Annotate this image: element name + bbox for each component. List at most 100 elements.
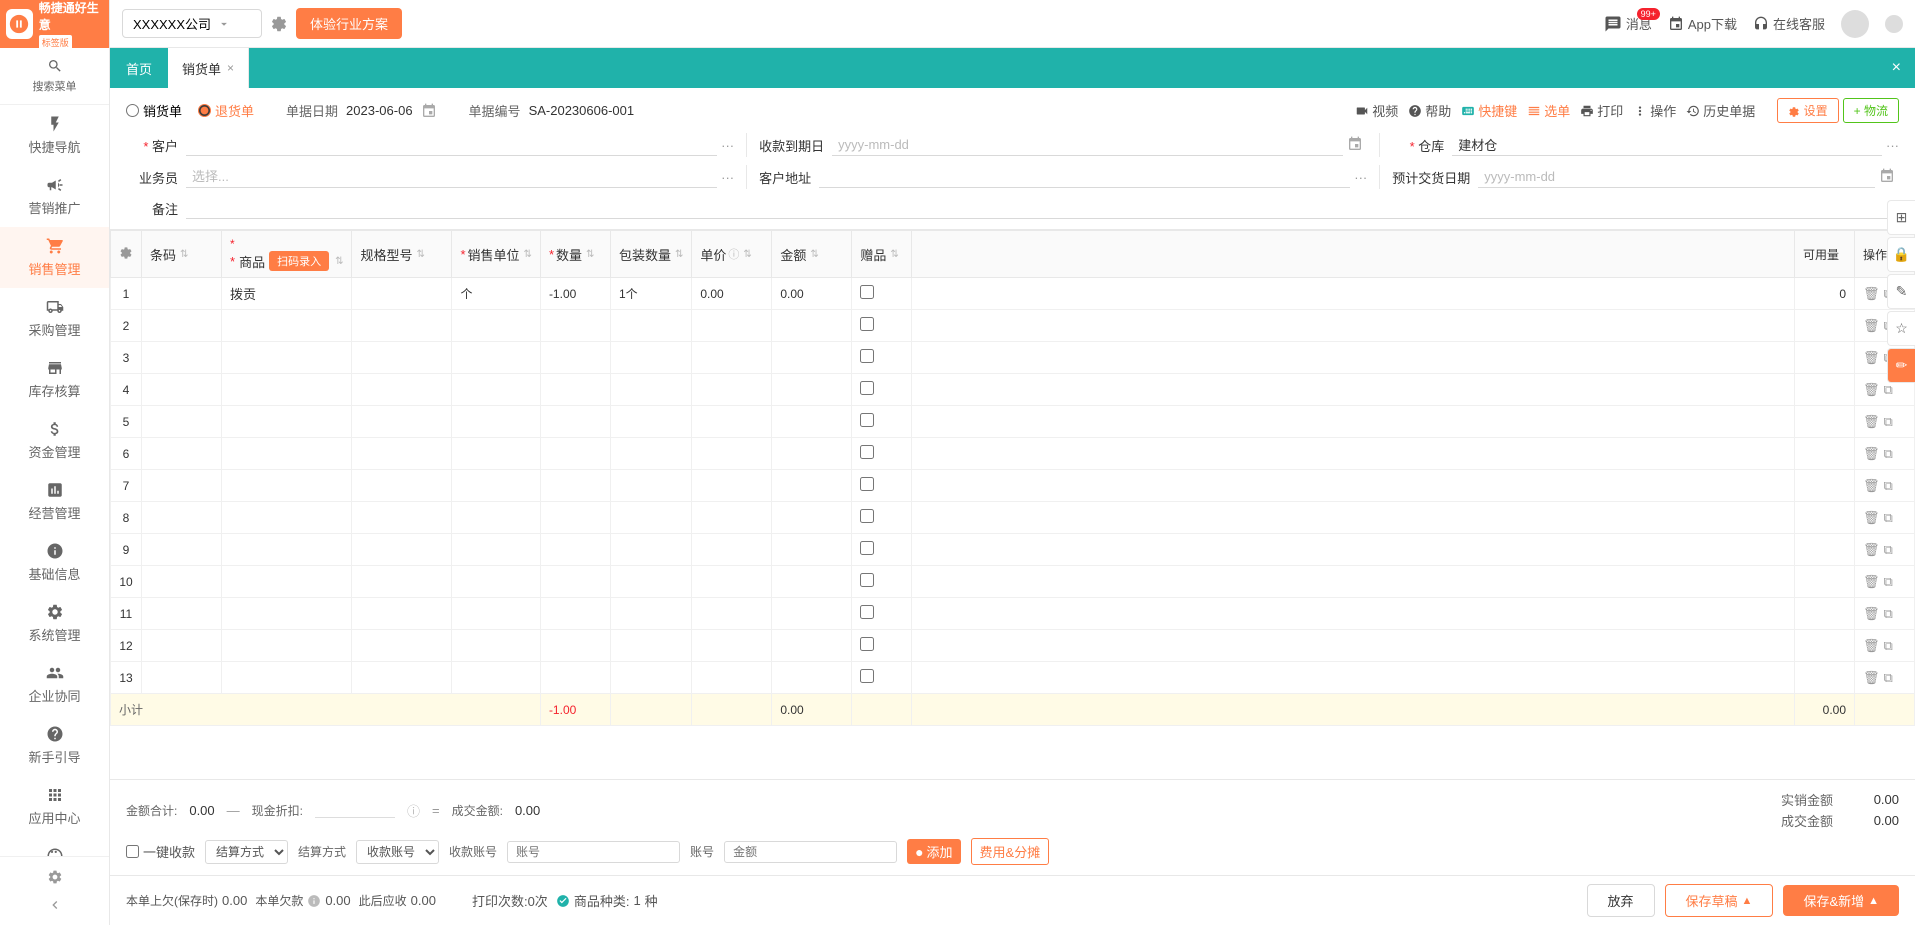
- cell-price[interactable]: 0.00: [692, 278, 772, 310]
- cell-spec[interactable]: [352, 406, 452, 438]
- cell-product[interactable]: [222, 310, 352, 342]
- cell-price[interactable]: [692, 438, 772, 470]
- tab-home[interactable]: 首页: [110, 48, 168, 88]
- cell-price[interactable]: [692, 374, 772, 406]
- customer-input[interactable]: [186, 134, 717, 156]
- cell-amount[interactable]: [772, 630, 852, 662]
- gift-checkbox[interactable]: [860, 477, 874, 491]
- delete-row-btn[interactable]: 🗑: [1863, 318, 1880, 334]
- add-payment-btn[interactable]: ● 添加: [907, 839, 960, 864]
- sidebar-item-collab[interactable]: 企业协同: [0, 654, 109, 715]
- cell-remark[interactable]: [912, 630, 1795, 662]
- delete-row-btn[interactable]: 🗑: [1863, 414, 1880, 430]
- cell-amount[interactable]: [772, 438, 852, 470]
- cell-qty[interactable]: [540, 342, 610, 374]
- cell-barcode[interactable]: [142, 502, 222, 534]
- save-draft-btn[interactable]: 保存草稿 ▲: [1665, 884, 1774, 917]
- cell-price[interactable]: [692, 310, 772, 342]
- cell-qty[interactable]: [540, 374, 610, 406]
- copy-row-btn[interactable]: ⧉: [1884, 606, 1893, 622]
- select-order-btn[interactable]: 选单: [1527, 101, 1570, 120]
- cell-unit[interactable]: 个: [452, 278, 540, 310]
- cell-pkg-qty[interactable]: [610, 534, 691, 566]
- cell-pkg-qty[interactable]: 1个: [610, 278, 691, 310]
- cell-price[interactable]: [692, 342, 772, 374]
- copy-row-btn[interactable]: ⧉: [1884, 478, 1893, 494]
- cell-gift[interactable]: [852, 502, 912, 534]
- sidebar-item-guide[interactable]: 新手引导: [0, 715, 109, 776]
- cell-amount[interactable]: [772, 310, 852, 342]
- sidebar-item-inventory[interactable]: 库存核算: [0, 349, 109, 410]
- cell-spec[interactable]: [352, 566, 452, 598]
- cell-pkg-qty[interactable]: [610, 502, 691, 534]
- operate-btn[interactable]: 操作: [1633, 101, 1676, 120]
- gift-checkbox[interactable]: [860, 445, 874, 459]
- expected-date-input[interactable]: [1478, 166, 1875, 188]
- barcode-input[interactable]: [150, 671, 213, 685]
- cell-pkg-qty[interactable]: [610, 598, 691, 630]
- addr-dots-btn[interactable]: ···: [1350, 170, 1367, 185]
- online-service-btn[interactable]: 在线客服: [1753, 14, 1825, 33]
- cell-amount[interactable]: [772, 566, 852, 598]
- user-avatar[interactable]: [1841, 10, 1869, 38]
- gift-checkbox[interactable]: [860, 637, 874, 651]
- customer-dots-btn[interactable]: ···: [717, 138, 734, 153]
- float-lock-btn[interactable]: 🔒: [1887, 237, 1915, 272]
- cell-unit[interactable]: [452, 310, 540, 342]
- cell-remark[interactable]: [912, 406, 1795, 438]
- cell-spec[interactable]: [352, 278, 452, 310]
- cell-price[interactable]: [692, 534, 772, 566]
- cell-barcode[interactable]: [142, 630, 222, 662]
- cell-qty[interactable]: [540, 534, 610, 566]
- cell-qty[interactable]: [540, 598, 610, 630]
- cell-spec[interactable]: [352, 502, 452, 534]
- cell-qty[interactable]: [540, 406, 610, 438]
- gift-checkbox[interactable]: [860, 509, 874, 523]
- barcode-input[interactable]: [150, 383, 213, 397]
- cell-remark[interactable]: [912, 342, 1795, 374]
- cell-gift[interactable]: [852, 662, 912, 694]
- cell-pkg-qty[interactable]: [610, 374, 691, 406]
- cell-remark[interactable]: [912, 310, 1795, 342]
- cell-remark[interactable]: [912, 278, 1795, 310]
- scan-btn[interactable]: 扫码录入: [269, 251, 329, 271]
- barcode-input[interactable]: [150, 447, 213, 461]
- cell-gift[interactable]: [852, 630, 912, 662]
- barcode-input[interactable]: [150, 543, 213, 557]
- cell-barcode[interactable]: [142, 278, 222, 310]
- cell-gift[interactable]: [852, 598, 912, 630]
- cell-unit[interactable]: [452, 470, 540, 502]
- gift-checkbox[interactable]: [860, 317, 874, 331]
- float-note-btn[interactable]: ✎: [1887, 274, 1915, 309]
- cell-pkg-qty[interactable]: [610, 662, 691, 694]
- cell-product[interactable]: [222, 406, 352, 438]
- cell-amount[interactable]: 0.00: [772, 278, 852, 310]
- sidebar-item-system[interactable]: 系统管理: [0, 593, 109, 654]
- delete-row-btn[interactable]: 🗑: [1863, 478, 1880, 494]
- app-download-btn[interactable]: App下载: [1668, 14, 1737, 33]
- sidebar-item-basic-info[interactable]: 基础信息: [0, 532, 109, 593]
- cell-product[interactable]: 拨贡: [222, 278, 352, 310]
- copy-row-btn[interactable]: ⧉: [1884, 574, 1893, 590]
- fee-split-btn[interactable]: 费用&分摊: [971, 838, 1050, 865]
- cell-unit[interactable]: [452, 630, 540, 662]
- delete-row-btn[interactable]: 🗑: [1863, 638, 1880, 654]
- warehouse-input[interactable]: [1452, 134, 1882, 156]
- cell-unit[interactable]: [452, 598, 540, 630]
- cell-gift[interactable]: [852, 342, 912, 374]
- cell-pkg-qty[interactable]: [610, 342, 691, 374]
- staff-input[interactable]: [186, 166, 717, 188]
- cell-product[interactable]: [222, 342, 352, 374]
- tab-close-btn[interactable]: ×: [227, 61, 234, 75]
- cell-price[interactable]: [692, 662, 772, 694]
- cell-remark[interactable]: [912, 502, 1795, 534]
- delete-row-btn[interactable]: 🗑: [1863, 542, 1880, 558]
- gift-checkbox[interactable]: [860, 573, 874, 587]
- cell-pkg-qty[interactable]: [610, 470, 691, 502]
- staff-dots-btn[interactable]: ···: [717, 170, 734, 185]
- cell-product[interactable]: [222, 566, 352, 598]
- cell-spec[interactable]: [352, 630, 452, 662]
- cell-price[interactable]: [692, 566, 772, 598]
- tab-close-all-btn[interactable]: ×: [1878, 59, 1915, 77]
- cell-qty[interactable]: [540, 438, 610, 470]
